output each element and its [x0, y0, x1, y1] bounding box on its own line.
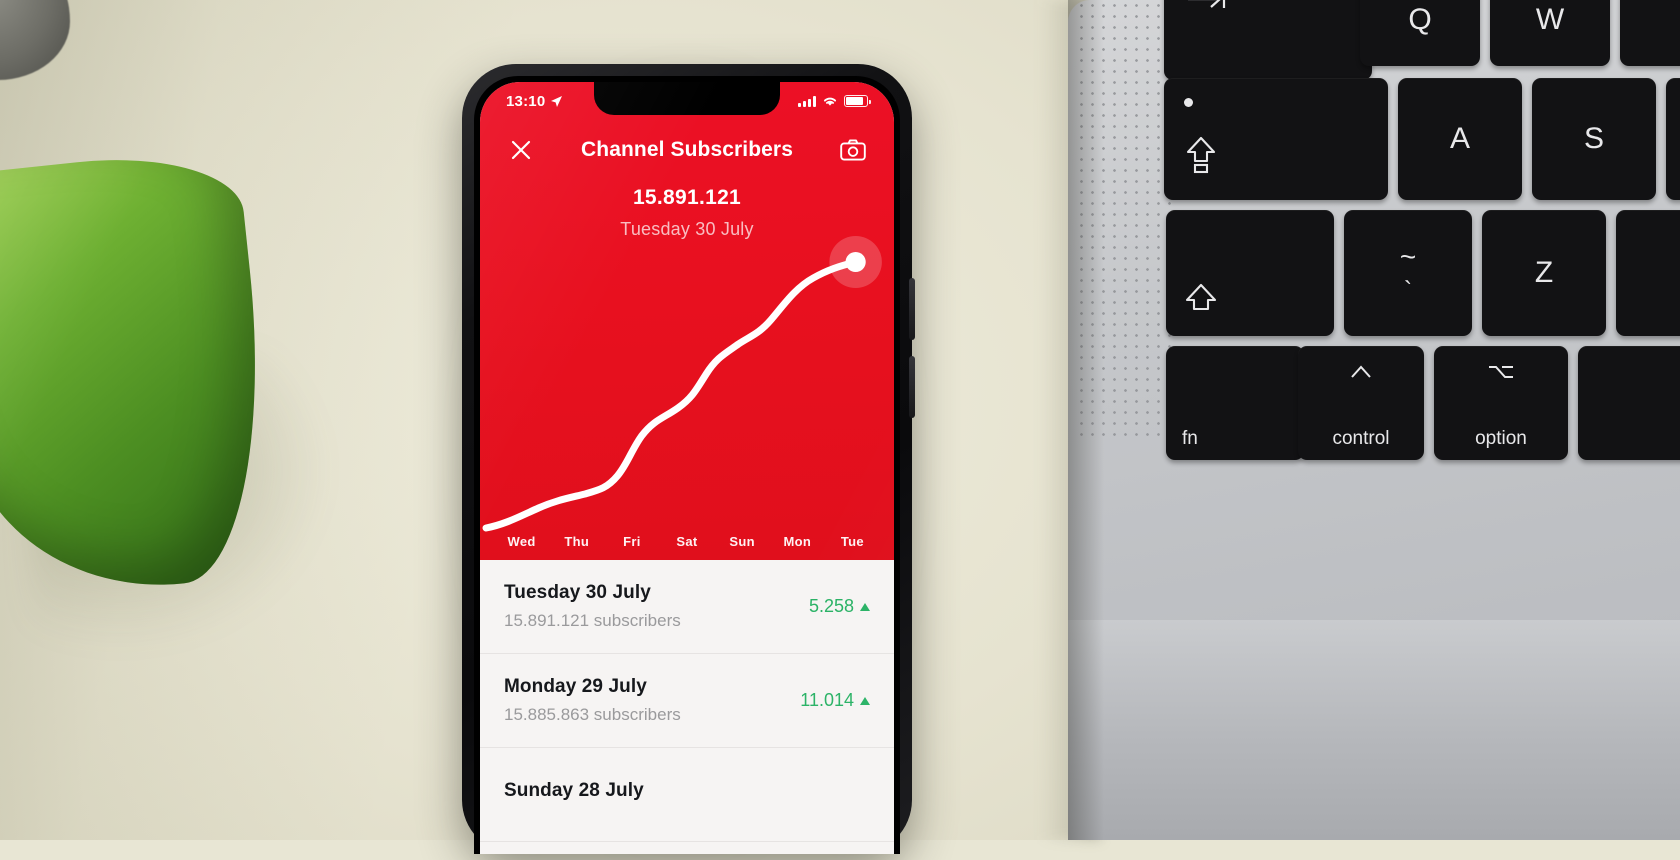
status-bar: 13:10	[480, 88, 894, 114]
battery-icon	[844, 95, 871, 107]
cellular-signal-icon	[798, 95, 816, 107]
command-key[interactable]	[1578, 346, 1680, 460]
photo-scene: Q W A S ~ ` Z fn control option 13:10 Ch…	[0, 0, 1680, 860]
control-caret-icon	[1351, 365, 1371, 378]
table-row[interactable]: Sunday 28 July	[480, 748, 894, 842]
location-arrow-icon	[551, 95, 563, 107]
axis-label-fri: Fri	[623, 533, 641, 549]
axis-label-thu: Thu	[564, 533, 590, 549]
axis-label-sat: Sat	[676, 533, 698, 549]
chart-marker-svg	[829, 236, 882, 288]
row-left: Sunday 28 July	[504, 780, 644, 809]
fn-key[interactable]: fn	[1166, 346, 1304, 460]
phone-screen: 13:10 Channel Subscribers 15.891.121 Tue…	[480, 82, 894, 854]
nav-bar: Channel Subscribers	[480, 128, 894, 172]
table-row[interactable]: Monday 29 July 15.885.863 subscribers 11…	[480, 654, 894, 748]
option-key[interactable]: option	[1434, 346, 1568, 460]
phone-bezel: 13:10 Channel Subscribers 15.891.121 Tue…	[474, 76, 900, 854]
status-bar-right	[798, 95, 871, 107]
row-date: Sunday 28 July	[504, 780, 644, 801]
status-bar-left: 13:10	[506, 93, 563, 110]
w-key-label: W	[1535, 3, 1565, 36]
d-key[interactable]	[1666, 78, 1680, 200]
row-left: Monday 29 July 15.885.863 subscribers	[504, 676, 681, 725]
caps-lock-icon	[1186, 136, 1216, 174]
z-key[interactable]: Z	[1482, 210, 1606, 336]
q-key-label: Q	[1408, 3, 1432, 36]
laptop-palmrest	[1068, 620, 1680, 840]
option-key-label: option	[1475, 428, 1527, 449]
axis-label-tue: Tue	[840, 533, 864, 549]
laptop-keyboard: Q W A S ~ ` Z fn control option	[1164, 0, 1680, 460]
marker-dot	[845, 252, 866, 272]
axis-label-sun: Sun	[729, 533, 755, 549]
s-key[interactable]: S	[1532, 78, 1656, 200]
tilde-label: ~	[1399, 241, 1417, 272]
row-delta-value: 5.258	[808, 596, 854, 616]
control-key-label: control	[1332, 428, 1390, 449]
phone-device: 13:10 Channel Subscribers 15.891.121 Tue…	[462, 64, 915, 854]
option-alt-icon	[1489, 366, 1513, 378]
row-subscribers: 15.885.863 subscribers	[504, 705, 681, 724]
s-key-label: S	[1583, 122, 1604, 155]
subscriber-chart[interactable]: Wed Thu Fri Sat Sun Mon Tue	[480, 222, 894, 560]
laptop-edge-shadow	[1068, 0, 1104, 840]
laptop: Q W A S ~ ` Z fn control option	[1068, 0, 1680, 840]
axis-label-mon: Mon	[783, 533, 812, 549]
subscriber-list: Tuesday 30 July 15.891.121 subscribers 5…	[480, 560, 894, 854]
arrow-up-icon	[860, 696, 870, 705]
row-date: Tuesday 30 July	[504, 582, 651, 603]
fn-key-label: fn	[1182, 428, 1198, 449]
shift-arrow-icon	[1185, 283, 1217, 311]
axis-label-wed: Wed	[507, 533, 536, 549]
row-delta: 5.258	[809, 596, 870, 617]
tilde-key[interactable]: ~ `	[1344, 210, 1472, 336]
row-subscribers: 15.891.121 subscribers	[504, 611, 681, 630]
row-delta: 11.014	[800, 690, 870, 711]
capslock-key[interactable]	[1164, 78, 1388, 200]
tab-arrow-icon	[1188, 0, 1226, 8]
a-key[interactable]: A	[1398, 78, 1522, 200]
chart-day-axis: Wed Thu Fri Sat Sun Mon Tue	[480, 530, 894, 552]
plant-decoration	[0, 0, 330, 690]
close-icon	[511, 140, 531, 160]
page-title: Channel Subscribers	[581, 138, 793, 161]
row-date: Monday 29 July	[504, 676, 647, 697]
row-delta-value: 11.014	[800, 690, 854, 710]
wifi-icon	[823, 97, 837, 106]
e-key[interactable]	[1620, 0, 1680, 66]
subscriber-count: 15.891.121	[632, 186, 742, 209]
x-key[interactable]	[1616, 210, 1680, 336]
row-left: Tuesday 30 July 15.891.121 subscribers	[504, 582, 681, 631]
stone-decoration	[0, 0, 70, 80]
close-button[interactable]	[506, 135, 536, 165]
w-key[interactable]: W	[1490, 0, 1610, 66]
z-key-label: Z	[1534, 256, 1554, 289]
table-row[interactable]: Tuesday 30 July 15.891.121 subscribers 5…	[480, 560, 894, 654]
shift-key[interactable]	[1166, 210, 1334, 336]
camera-button[interactable]	[838, 135, 868, 165]
hero-panel: 13:10 Channel Subscribers 15.891.121 Tue…	[480, 82, 894, 560]
capslock-indicator-icon	[1184, 98, 1193, 107]
a-key-label: A	[1449, 122, 1470, 155]
q-key[interactable]: Q	[1360, 0, 1480, 66]
volume-up-button[interactable]	[909, 278, 915, 340]
control-key[interactable]: control	[1298, 346, 1424, 460]
camera-icon	[840, 139, 866, 161]
arrow-up-icon	[860, 602, 870, 611]
tab-key[interactable]	[1164, 0, 1372, 80]
backtick-label: `	[1404, 277, 1412, 304]
volume-down-button[interactable]	[909, 356, 915, 418]
status-time: 13:10	[506, 92, 546, 110]
